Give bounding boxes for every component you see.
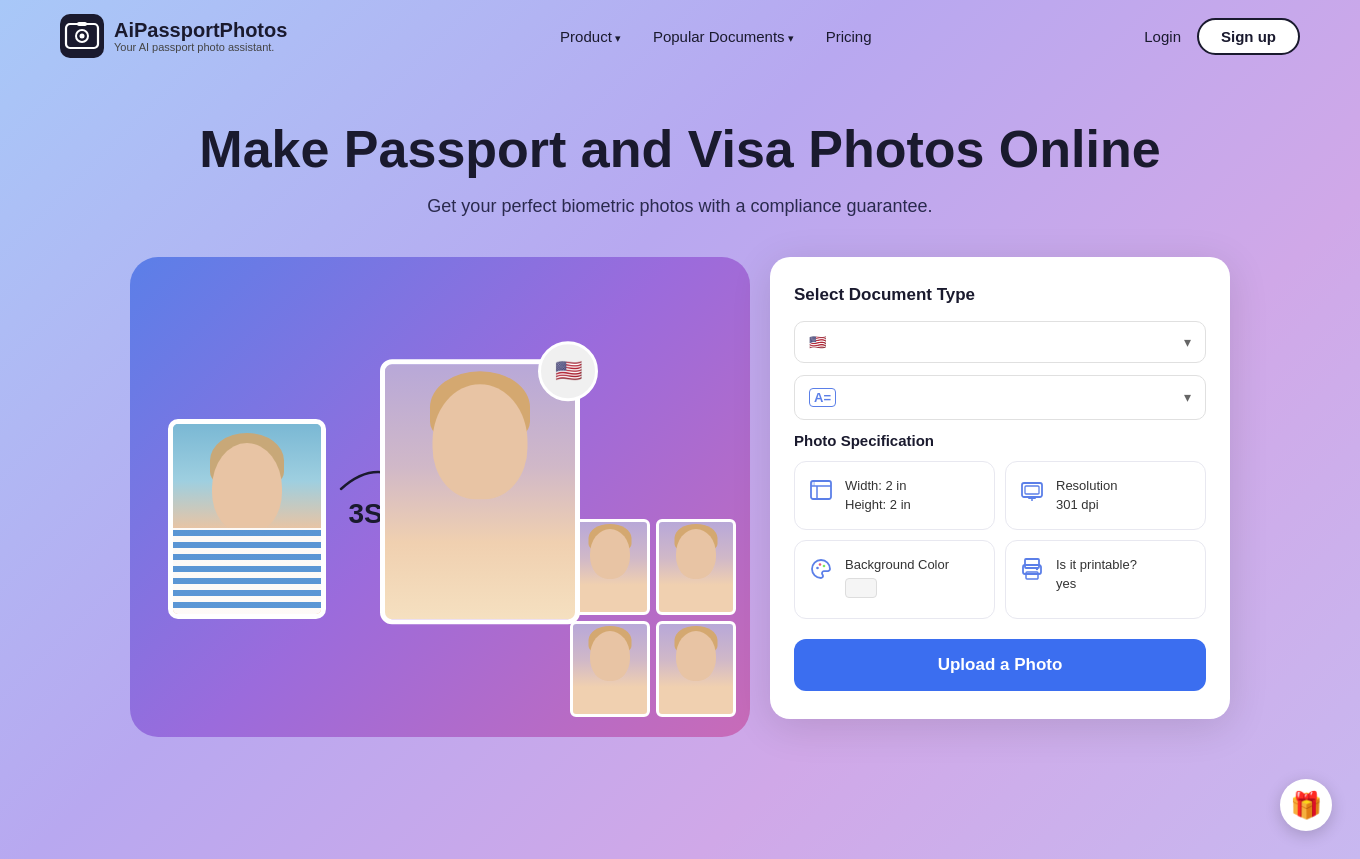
flag-badge: 🇺🇸: [538, 341, 598, 401]
grid-photo-1: [570, 519, 650, 615]
spec-resolution: Resolution 301 dpi: [1005, 461, 1206, 530]
spec-background-text: Background Color: [845, 555, 949, 604]
spec-size-text: Width: 2 in Height: 2 in: [845, 476, 911, 515]
svg-rect-11: [1028, 497, 1036, 499]
gift-icon: 🎁: [1290, 790, 1322, 821]
svg-point-16: [823, 564, 826, 567]
photo-frame-left: [168, 419, 326, 619]
svg-text:|||: |||: [813, 481, 816, 485]
doctype-dropdown-value: A=: [809, 388, 836, 407]
navbar: AiPassportPhotos Your AI passport photo …: [0, 0, 1360, 72]
grid-photo-3: [570, 621, 650, 717]
spec-printable: Is it printable? yes: [1005, 540, 1206, 619]
country-dropdown-value: 🇺🇸: [809, 334, 826, 350]
mini-head-3: [590, 631, 630, 681]
nav-links: Product Popular Documents Pricing: [560, 28, 871, 45]
hero-headline: Make Passport and Visa Photos Online: [20, 120, 1340, 180]
brand-name: AiPassportPhotos: [114, 19, 287, 41]
nav-pricing[interactable]: Pricing: [826, 28, 872, 45]
hero-section: Make Passport and Visa Photos Online Get…: [0, 72, 1360, 237]
logo-text: AiPassportPhotos Your AI passport photo …: [114, 19, 287, 53]
svg-rect-4: [77, 22, 87, 26]
grid-photo-2: [656, 519, 736, 615]
document-form-card: Select Document Type 🇺🇸 ▾ A= ▾ Photo Spe…: [770, 257, 1230, 719]
nav-popular-docs[interactable]: Popular Documents: [653, 28, 794, 45]
photo-demo: 3S 🇺🇸: [130, 257, 750, 737]
chevron-down-icon-2: ▾: [1184, 389, 1191, 405]
photo-card-background: 3S 🇺🇸: [130, 257, 750, 737]
person-image-left: [173, 424, 321, 614]
login-button[interactable]: Login: [1144, 28, 1181, 45]
spec-size: ||| Width: 2 in Height: 2 in: [794, 461, 995, 530]
logo-icon: [60, 14, 104, 58]
svg-rect-17: [1025, 559, 1039, 568]
flag-emoji: 🇺🇸: [555, 358, 582, 384]
upload-photo-button[interactable]: Upload a Photo: [794, 639, 1206, 691]
spec-background: Background Color: [794, 540, 995, 619]
svg-point-3: [80, 34, 85, 39]
form-section-title: Select Document Type: [794, 285, 1206, 305]
passport-photo-original: [168, 419, 326, 619]
country-dropdown[interactable]: 🇺🇸 ▾: [794, 321, 1206, 363]
doctype-dropdown[interactable]: A= ▾: [794, 375, 1206, 420]
resolution-icon: [1020, 478, 1044, 508]
passport-photo-processed: 🇺🇸: [380, 359, 580, 624]
country-flag: 🇺🇸: [809, 334, 826, 350]
background-icon: [809, 557, 833, 587]
svg-rect-19: [1026, 572, 1038, 579]
printable-icon: [1020, 557, 1044, 587]
spec-resolution-text: Resolution 301 dpi: [1056, 476, 1117, 515]
logo[interactable]: AiPassportPhotos Your AI passport photo …: [60, 14, 287, 58]
nav-product[interactable]: Product: [560, 28, 621, 45]
spec-grid: ||| Width: 2 in Height: 2 in: [794, 461, 1206, 619]
signup-button[interactable]: Sign up: [1197, 18, 1300, 55]
photo-frame-center: [380, 359, 580, 624]
hero-subheadline: Get your perfect biometric photos with a…: [20, 196, 1340, 217]
svg-point-15: [819, 563, 822, 566]
main-content: 3S 🇺🇸: [0, 237, 1360, 737]
mini-head-1: [590, 529, 630, 579]
brand-tagline: Your AI passport photo assistant.: [114, 41, 287, 53]
timer-label: 3S: [348, 498, 382, 529]
doctype-icon: A=: [809, 388, 836, 407]
gift-bubble[interactable]: 🎁: [1280, 779, 1332, 831]
mini-head-4: [676, 631, 716, 681]
spec-section-title: Photo Specification: [794, 432, 1206, 449]
shirt-left: [173, 528, 321, 614]
svg-point-14: [816, 566, 819, 569]
svg-rect-13: [1025, 486, 1039, 494]
mini-head-2: [676, 529, 716, 579]
size-icon: |||: [809, 478, 833, 508]
passport-photo-grid: [570, 519, 736, 717]
head-left: [212, 443, 282, 533]
background-color-swatch: [845, 578, 877, 598]
chevron-down-icon: ▾: [1184, 334, 1191, 350]
spec-printable-text: Is it printable? yes: [1056, 555, 1137, 594]
head-center: [433, 384, 528, 499]
svg-point-20: [1036, 568, 1038, 570]
grid-photo-4: [656, 621, 736, 717]
nav-buttons: Login Sign up: [1144, 18, 1300, 55]
